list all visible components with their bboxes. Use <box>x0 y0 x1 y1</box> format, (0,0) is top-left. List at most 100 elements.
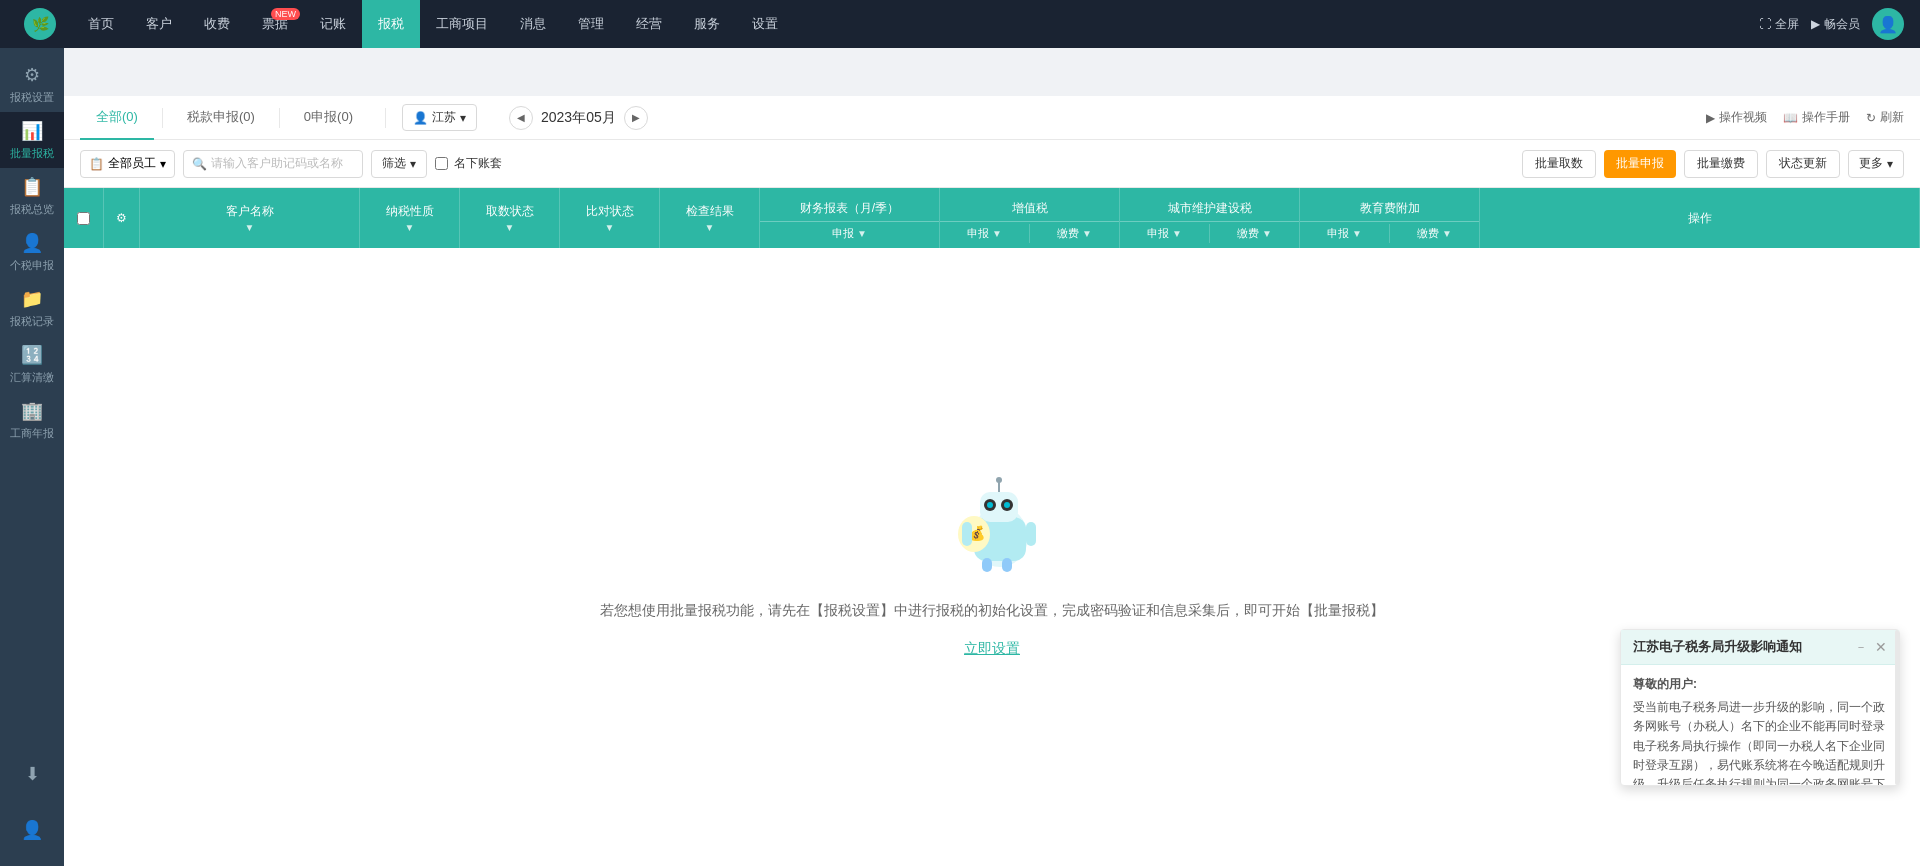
robot-illustration: 💰 <box>932 462 1052 582</box>
notification-header: 江苏电子税务局升级影响通知 － ✕ <box>1621 630 1899 665</box>
filter-button[interactable]: 筛选 ▾ <box>371 150 427 178</box>
edu-add-declare-sub: 申报 ▼ <box>1300 224 1390 243</box>
sidebar-item-tax-settings[interactable]: ⚙ 报税设置 <box>0 56 64 112</box>
divider-province <box>385 108 386 128</box>
nav-bookkeeping[interactable]: 记账 <box>304 0 362 48</box>
tab-divider-2 <box>279 108 280 128</box>
top-nav: 🌿 首页 客户 收费 票据 NEW 记账 报税 工商项目 消息 管理 经营 服务… <box>0 0 1920 48</box>
sidebar: ⚙ 报税设置 📊 批量报税 📋 报税总览 👤 个税申报 📁 报税记录 🔢 汇算清… <box>0 48 64 866</box>
vat-declare-filter-icon[interactable]: ▼ <box>992 228 1002 239</box>
video-action[interactable]: ▶ 操作视频 <box>1706 109 1767 126</box>
th-checkbox[interactable] <box>64 188 104 248</box>
sidebar-item-download[interactable]: ⬇ <box>0 746 64 802</box>
sidebar-label-tax-overview: 报税总览 <box>10 202 54 217</box>
account-suite-checkbox[interactable] <box>435 157 448 170</box>
tax-settings-icon: ⚙ <box>24 64 40 86</box>
search-input[interactable]: 🔍 请输入客户助记码或名称 <box>183 150 363 178</box>
more-button[interactable]: 更多 ▾ <box>1848 150 1904 178</box>
th-customer-name: 客户名称 ▼ <box>140 188 360 248</box>
nav-management[interactable]: 管理 <box>562 0 620 48</box>
sidebar-item-personal-tax[interactable]: 👤 个税申报 <box>0 224 64 280</box>
sidebar-label-tax-records: 报税记录 <box>10 314 54 329</box>
toolbar-actions: 批量取数 批量申报 批量缴费 状态更新 更多 ▾ <box>1522 150 1904 178</box>
date-next-button[interactable]: ▶ <box>624 106 648 130</box>
tax-records-icon: 📁 <box>21 288 43 310</box>
sidebar-label-personal-tax: 个税申报 <box>10 258 54 273</box>
nav-operation[interactable]: 经营 <box>620 0 678 48</box>
sidebar-label-annual-report: 工商年报 <box>10 426 54 441</box>
check-result-filter-icon[interactable]: ▼ <box>705 222 715 233</box>
employee-select[interactable]: 📋 全部员工 ▾ <box>80 150 175 178</box>
sidebar-label-batch-tax: 批量报税 <box>10 146 54 161</box>
sidebar-item-tax-records[interactable]: 📁 报税记录 <box>0 280 64 336</box>
fullscreen-button[interactable]: ⛶ 全屏 <box>1759 16 1799 33</box>
nav-invoice[interactable]: 票据 NEW <box>246 0 304 48</box>
sub-tabs: 全部(0) 税款申报(0) 0申报(0) 👤 江苏 ▾ ◀ 2023年05月 ▶… <box>64 96 1920 140</box>
notification-scrollbar[interactable] <box>1895 630 1899 785</box>
nav-message[interactable]: 消息 <box>504 0 562 48</box>
nav-billing[interactable]: 收费 <box>188 0 246 48</box>
th-fetch-status: 取数状态 ▼ <box>460 188 560 248</box>
nav-service[interactable]: 服务 <box>678 0 736 48</box>
select-all-checkbox[interactable] <box>77 212 90 225</box>
chevron-down-icon: ▾ <box>460 111 466 125</box>
annual-report-icon: 🏢 <box>21 400 43 422</box>
vat-group-header: 增值税 <box>940 194 1119 222</box>
city-tax-pay-filter-icon[interactable]: ▼ <box>1262 228 1272 239</box>
nav-industrial[interactable]: 工商项目 <box>420 0 504 48</box>
city-tax-declare-filter-icon[interactable]: ▼ <box>1172 228 1182 239</box>
vat-pay-filter-icon[interactable]: ▼ <box>1082 228 1092 239</box>
user-avatar[interactable]: 👤 <box>1872 8 1904 40</box>
manual-action[interactable]: 📖 操作手册 <box>1783 109 1850 126</box>
financial-declare-sub: 申报 ▼ <box>760 224 939 243</box>
svg-point-6 <box>1004 502 1010 508</box>
empty-description: 若您想使用批量报税功能，请先在【报税设置】中进行报税的初始化设置，完成密码验证和… <box>600 602 1384 620</box>
nav-home[interactable]: 首页 <box>72 0 130 48</box>
account-suite-checkbox-label[interactable]: 名下账套 <box>435 155 502 172</box>
search-icon: 🔍 <box>192 157 207 171</box>
tab-all[interactable]: 全部(0) <box>80 96 154 140</box>
batch-declare-button[interactable]: 批量申报 <box>1604 150 1676 178</box>
name-filter-icon[interactable]: ▼ <box>245 222 255 233</box>
th-tax-type: 纳税性质 ▼ <box>360 188 460 248</box>
svg-rect-11 <box>1026 522 1036 546</box>
th-settings[interactable]: ⚙ <box>104 188 140 248</box>
nav-items: 首页 客户 收费 票据 NEW 记账 报税 工商项目 消息 管理 经营 服务 设… <box>72 0 1759 48</box>
sidebar-item-profile[interactable]: 👤 <box>0 802 64 858</box>
compare-status-filter-icon[interactable]: ▼ <box>605 222 615 233</box>
notification-close-button[interactable]: ✕ <box>1875 639 1887 655</box>
tax-type-filter-icon[interactable]: ▼ <box>405 222 415 233</box>
batch-fetch-button[interactable]: 批量取数 <box>1522 150 1596 178</box>
province-select[interactable]: 👤 江苏 ▾ <box>402 104 477 131</box>
edu-add-declare-filter-icon[interactable]: ▼ <box>1352 228 1362 239</box>
financial-declare-filter-icon[interactable]: ▼ <box>857 228 867 239</box>
notification-title: 江苏电子税务局升级影响通知 <box>1633 638 1802 656</box>
batch-pay-button[interactable]: 批量缴费 <box>1684 150 1758 178</box>
vip-button[interactable]: ▶ 畅会员 <box>1811 16 1860 33</box>
sidebar-item-annual-settlement[interactable]: 🔢 汇算清缴 <box>0 336 64 392</box>
nav-settings[interactable]: 设置 <box>736 0 794 48</box>
setup-link[interactable]: 立即设置 <box>964 640 1020 658</box>
sidebar-item-tax-overview[interactable]: 📋 报税总览 <box>0 168 64 224</box>
tab-tax-declare[interactable]: 税款申报(0) <box>171 96 271 140</box>
edu-add-pay-filter-icon[interactable]: ▼ <box>1442 228 1452 239</box>
financial-sub-row: 申报 ▼ <box>760 224 939 243</box>
download-icon: ⬇ <box>25 763 40 785</box>
date-prev-button[interactable]: ◀ <box>509 106 533 130</box>
notification-minimize-button[interactable]: － <box>1855 639 1867 656</box>
logo[interactable]: 🌿 <box>16 0 64 48</box>
fetch-status-filter-icon[interactable]: ▼ <box>505 222 515 233</box>
status-update-button[interactable]: 状态更新 <box>1766 150 1840 178</box>
nav-tax[interactable]: 报税 <box>362 0 420 48</box>
batch-tax-icon: 📊 <box>21 120 43 142</box>
city-tax-group-header: 城市维护建设税 <box>1120 194 1299 222</box>
edu-add-pay-sub: 缴费 ▼ <box>1390 224 1479 243</box>
refresh-action[interactable]: ↻ 刷新 <box>1866 109 1904 126</box>
sidebar-label-tax-settings: 报税设置 <box>10 90 54 105</box>
tab-zero-declare[interactable]: 0申报(0) <box>288 96 369 140</box>
nav-customer[interactable]: 客户 <box>130 0 188 48</box>
sidebar-item-annual-report[interactable]: 🏢 工商年报 <box>0 392 64 448</box>
province-icon: 👤 <box>413 111 428 125</box>
sidebar-item-batch-tax[interactable]: 📊 批量报税 <box>0 112 64 168</box>
svg-rect-13 <box>982 558 992 572</box>
